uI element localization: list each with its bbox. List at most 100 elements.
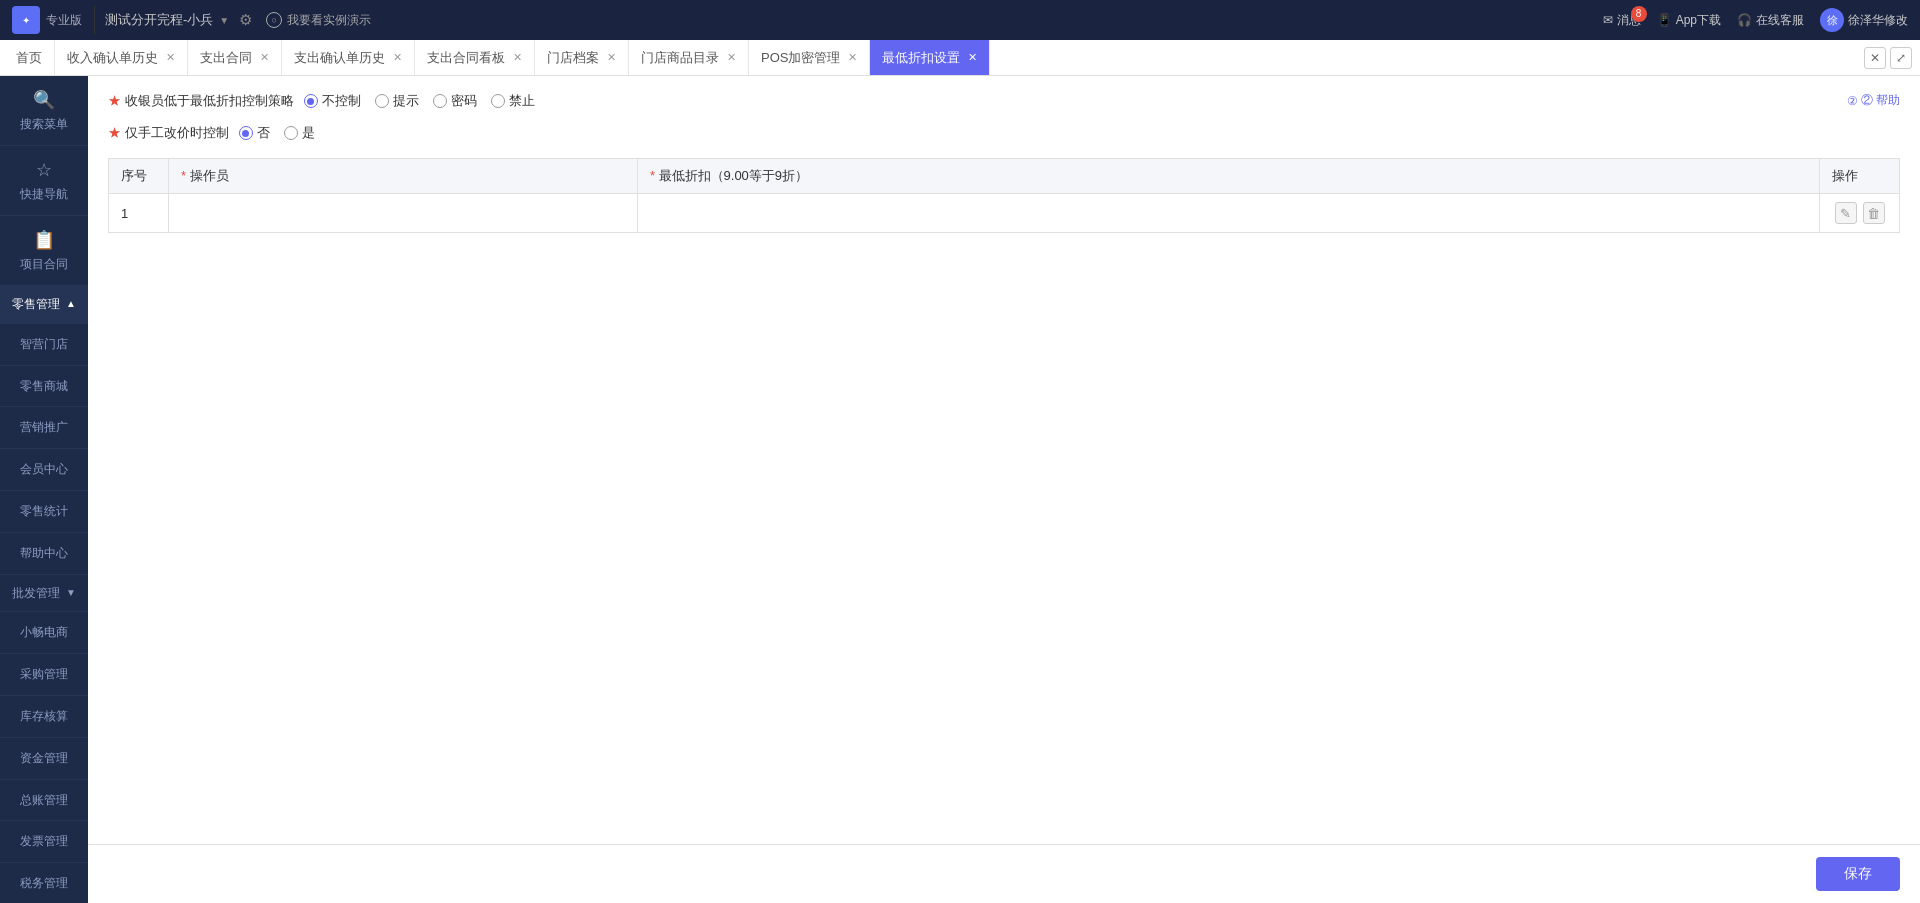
project-selector[interactable]: 测试分开完程-小兵 ▼	[105, 11, 229, 29]
strategy-password-radio[interactable]	[433, 94, 447, 108]
operator-required-star: *	[181, 168, 190, 183]
sidebar-item-tax[interactable]: 税务管理	[0, 863, 88, 903]
table-scroll-area: 序号 * 操作员 * 最低折扣（9.00等于9折） 操作	[108, 158, 1900, 233]
manual-no-label: 否	[257, 124, 270, 142]
tab-close-all-btn[interactable]: ✕	[1864, 47, 1886, 69]
tab-payment-confirm[interactable]: 支出确认单历史 ✕	[282, 40, 415, 76]
sidebar-item-ledger[interactable]: 总账管理	[0, 780, 88, 822]
row-delete-btn[interactable]: 🗑	[1863, 202, 1885, 224]
sidebar-item-quick-nav[interactable]: ☆ 快捷导航	[0, 146, 88, 216]
discount-table: 序号 * 操作员 * 最低折扣（9.00等于9折） 操作	[108, 158, 1900, 233]
row-operator	[169, 194, 638, 233]
sidebar-item-search[interactable]: 🔍 搜索菜单	[0, 76, 88, 146]
strategy-password[interactable]: 密码	[433, 92, 477, 110]
tab-pos-management[interactable]: POS加密管理 ✕	[749, 40, 870, 76]
batch-management-arrow-icon: ▼	[66, 586, 76, 600]
tab-store-goods[interactable]: 门店商品目录 ✕	[629, 40, 749, 76]
sidebar-item-retail-mall[interactable]: 零售商城	[0, 366, 88, 408]
online-support-label: 在线客服	[1756, 12, 1804, 29]
settings-icon[interactable]: ⚙	[239, 11, 252, 29]
strategy-prompt[interactable]: 提示	[375, 92, 419, 110]
retail-management-arrow-icon: ▲	[66, 297, 76, 311]
required-star-2: ★	[108, 125, 121, 140]
project-chevron-icon: ▼	[219, 15, 229, 26]
sidebar-item-fund-management[interactable]: 资金管理	[0, 738, 88, 780]
cashier-strategy-radio-group: 不控制 提示 密码 禁止	[304, 92, 535, 110]
cashier-strategy-row: ★ 收银员低于最低折扣控制策略 不控制 提示	[108, 92, 1900, 110]
sidebar-retail-mall-label: 零售商城	[20, 378, 68, 395]
tab-min-discount-settings-label: 最低折扣设置	[882, 49, 960, 67]
help-icon: ②	[1847, 94, 1858, 108]
main-layout: 🔍 搜索菜单 ☆ 快捷导航 📋 项目合同 零售管理 ▲ 智营门店 零售商城 营销…	[0, 76, 1920, 903]
tab-payment-board-close[interactable]: ✕	[513, 51, 522, 64]
manual-yes[interactable]: 是	[284, 124, 315, 142]
online-support-btn[interactable]: 🎧 在线客服	[1737, 12, 1804, 29]
tab-receive-confirm[interactable]: 收入确认单历史 ✕	[55, 40, 188, 76]
strategy-prompt-radio[interactable]	[375, 94, 389, 108]
row-actions: ✎ 🗑	[1820, 194, 1900, 233]
tab-pos-management-close[interactable]: ✕	[848, 51, 857, 64]
sidebar-item-batch-management[interactable]: 批发管理 ▼	[0, 575, 88, 613]
tab-receive-confirm-close[interactable]: ✕	[166, 51, 175, 64]
tab-payment-board[interactable]: 支出合同看板 ✕	[415, 40, 535, 76]
save-button[interactable]: 保存	[1816, 857, 1900, 891]
sidebar-item-inventory[interactable]: 库存核算	[0, 696, 88, 738]
sidebar: 🔍 搜索菜单 ☆ 快捷导航 📋 项目合同 零售管理 ▲ 智营门店 零售商城 营销…	[0, 76, 88, 903]
tab-store-file-close[interactable]: ✕	[607, 51, 616, 64]
sidebar-item-retail-management[interactable]: 零售管理 ▲	[0, 286, 88, 324]
tab-expand-btn[interactable]: ⤢	[1890, 47, 1912, 69]
sidebar-quick-nav-label: 快捷导航	[20, 186, 68, 203]
sidebar-item-member-center[interactable]: 会员中心	[0, 449, 88, 491]
strategy-prohibit[interactable]: 禁止	[491, 92, 535, 110]
tab-store-file-label: 门店档案	[547, 49, 599, 67]
tab-home[interactable]: 首页	[4, 40, 55, 76]
sidebar-marketing-label: 营销推广	[20, 419, 68, 436]
tab-payment-contract-close[interactable]: ✕	[260, 51, 269, 64]
sidebar-item-invoice[interactable]: 发票管理	[0, 821, 88, 863]
tab-store-goods-close[interactable]: ✕	[727, 51, 736, 64]
demo-link[interactable]: ○ 我要看实例演示	[266, 12, 371, 29]
save-btn-bar: 保存	[88, 844, 1920, 903]
row-edit-btn[interactable]: ✎	[1835, 202, 1857, 224]
top-bar: ✦ 专业版 测试分开完程-小兵 ▼ ⚙ ○ 我要看实例演示 ✉ 消息 8 📱 A…	[0, 0, 1920, 40]
tab-min-discount-settings-close[interactable]: ✕	[968, 51, 977, 64]
tab-payment-contract[interactable]: 支出合同 ✕	[188, 40, 282, 76]
help-label: ② 帮助	[1861, 92, 1900, 109]
manual-yes-radio[interactable]	[284, 126, 298, 140]
cashier-strategy-label: ★ 收银员低于最低折扣控制策略	[108, 92, 294, 110]
tab-payment-confirm-close[interactable]: ✕	[393, 51, 402, 64]
strategy-password-label: 密码	[451, 92, 477, 110]
app-download-btn[interactable]: 📱 App下载	[1657, 12, 1721, 29]
tab-min-discount-settings[interactable]: 最低折扣设置 ✕	[870, 40, 990, 76]
tab-pos-management-label: POS加密管理	[761, 49, 840, 67]
strategy-prohibit-radio[interactable]	[491, 94, 505, 108]
quick-nav-icon: ☆	[36, 158, 52, 183]
demo-circle-icon: ○	[266, 12, 282, 28]
app-download-icon: 📱	[1657, 13, 1672, 27]
form-section: ★ 收银员低于最低折扣控制策略 不控制 提示	[108, 92, 1900, 142]
sidebar-item-marketing[interactable]: 营销推广	[0, 407, 88, 449]
sidebar-item-ecommerce[interactable]: 小畅电商	[0, 612, 88, 654]
required-star-1: ★	[108, 93, 121, 108]
user-menu[interactable]: 徐 徐泽华修改	[1820, 8, 1908, 32]
page-content: ② ② 帮助 ★ 收银员低于最低折扣控制策略 不控制	[88, 76, 1920, 903]
strategy-no-control-radio[interactable]	[304, 94, 318, 108]
sidebar-item-purchase-management[interactable]: 采购管理	[0, 654, 88, 696]
sidebar-item-help-center[interactable]: 帮助中心	[0, 533, 88, 575]
sidebar-item-retail-stats[interactable]: 零售统计	[0, 491, 88, 533]
sidebar-project-contract-label: 项目合同	[20, 256, 68, 273]
project-name: 测试分开完程-小兵	[105, 11, 213, 29]
tab-store-file[interactable]: 门店档案 ✕	[535, 40, 629, 76]
manual-no[interactable]: 否	[239, 124, 270, 142]
sidebar-item-project-contract[interactable]: 📋 项目合同	[0, 216, 88, 286]
sidebar-smart-store-label: 智营门店	[20, 336, 68, 353]
help-button[interactable]: ② ② 帮助	[1847, 92, 1900, 109]
action-btns: ✎ 🗑	[1832, 202, 1887, 224]
strategy-no-control[interactable]: 不控制	[304, 92, 361, 110]
tab-home-label: 首页	[16, 49, 42, 67]
headset-icon: 🎧	[1737, 13, 1752, 27]
row-discount	[637, 194, 1819, 233]
manual-no-radio[interactable]	[239, 126, 253, 140]
sidebar-item-smart-store[interactable]: 智营门店	[0, 324, 88, 366]
message-btn[interactable]: ✉ 消息 8	[1603, 12, 1641, 29]
